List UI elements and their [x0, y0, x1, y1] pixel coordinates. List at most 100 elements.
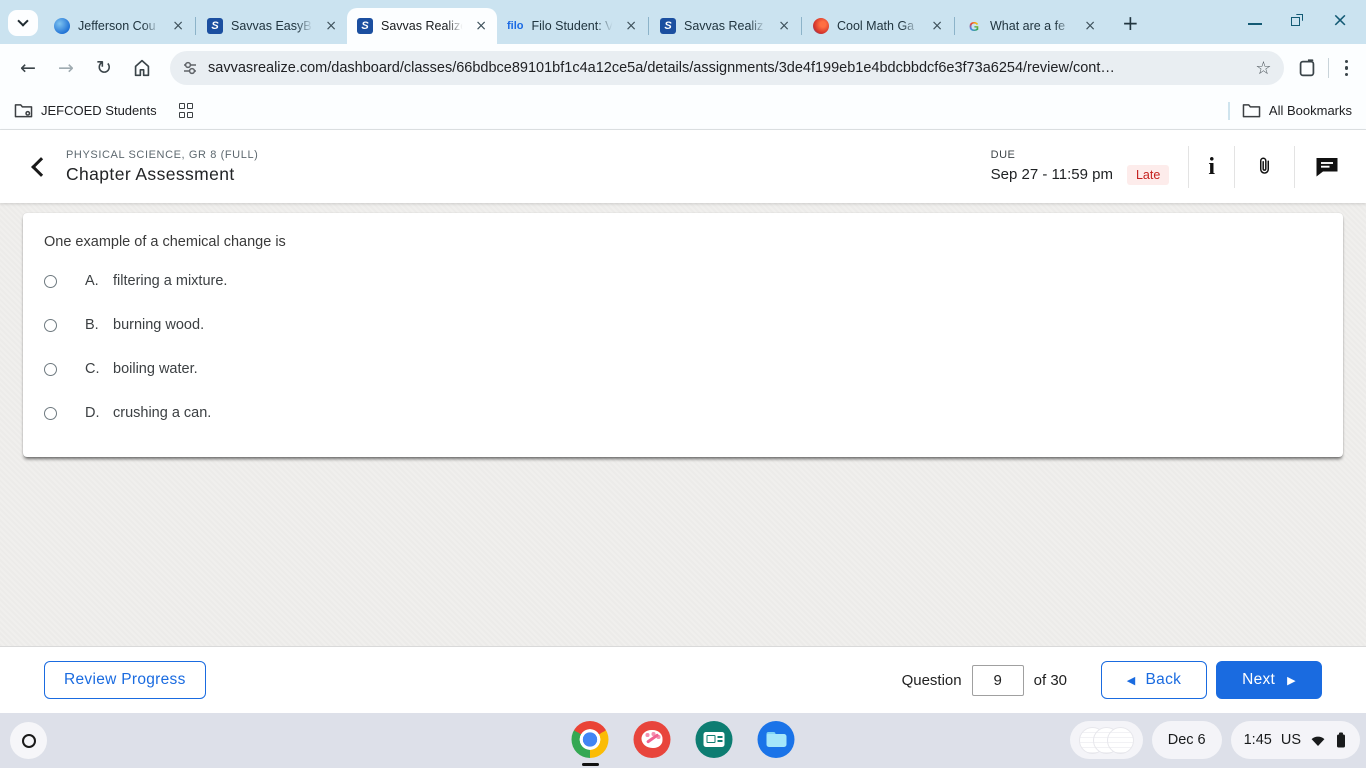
shelf-apps — [571, 721, 795, 766]
toolbar-separator — [1327, 58, 1329, 78]
page-title: Chapter Assessment — [66, 163, 235, 184]
chrome-menu-icon[interactable] — [1339, 54, 1355, 83]
option-row-a[interactable]: A. filtering a mixture. — [44, 259, 1322, 303]
tab-close-icon[interactable]: × — [623, 18, 639, 34]
forward-icon[interactable]: → — [50, 52, 82, 84]
date-pill[interactable]: Dec 6 — [1151, 721, 1222, 759]
wifi-icon — [1310, 733, 1326, 747]
tab-jefferson-county[interactable]: Jefferson Cou × — [44, 8, 194, 44]
option-text: filtering a mixture. — [113, 273, 228, 289]
tab-title: What are a fe — [990, 19, 1066, 33]
option-radio[interactable] — [44, 318, 57, 332]
comments-icon[interactable] — [1314, 155, 1340, 179]
bookmarks-separator — [1227, 101, 1230, 120]
savvas-favicon: S — [207, 18, 223, 34]
home-icon[interactable] — [126, 52, 158, 84]
question-prompt: One example of a chemical change is — [44, 234, 286, 250]
active-app-indicator — [581, 763, 599, 766]
launcher-icon — [21, 733, 36, 748]
tab-close-icon[interactable]: × — [929, 18, 945, 34]
restore-window-icon[interactable] — [1291, 14, 1304, 26]
assignment-header: PHYSICAL SCIENCE, GR 8 (FULL) Chapter As… — [0, 130, 1366, 203]
battery-icon — [1335, 731, 1347, 749]
apps-grid-icon[interactable] — [178, 103, 194, 118]
next-triangle-icon: ▶ — [1287, 673, 1296, 687]
screencast-app-icon[interactable] — [695, 721, 733, 758]
assignment-footer-bar: Review Progress Question of 30 ◀ Back Ne… — [0, 646, 1366, 713]
option-row-b[interactable]: B. burning wood. — [44, 303, 1322, 347]
canvas-app-icon[interactable] — [633, 721, 671, 758]
omnibox-url-bar[interactable]: savvasrealize.com/dashboard/classes/66bd… — [170, 51, 1284, 85]
bookmarks-bar: JEFCOED Students All Bookmarks — [0, 92, 1366, 130]
due-block: DUE Sep 27 - 11:59 pm Late — [991, 149, 1170, 185]
header-separator — [1188, 145, 1190, 188]
back-icon[interactable]: ← — [12, 52, 44, 84]
window-controls: × — [1248, 11, 1348, 30]
bookmark-folder-jefcoed[interactable]: JEFCOED Students — [14, 102, 157, 119]
keyboard-layout: US — [1280, 732, 1301, 748]
close-window-icon[interactable]: × — [1332, 11, 1348, 30]
filo-favicon: filo — [507, 20, 524, 32]
option-row-c[interactable]: C. boiling water. — [44, 347, 1322, 391]
tab-search-button[interactable] — [8, 10, 38, 36]
due-label: DUE — [990, 148, 1016, 161]
tab-title: Jefferson Cou — [78, 19, 156, 33]
next-button[interactable]: Next ▶ — [1216, 661, 1322, 699]
back-button[interactable]: ◀ Back — [1101, 661, 1207, 699]
all-bookmarks-folder[interactable]: All Bookmarks — [1242, 102, 1352, 119]
tab-cool-math-games[interactable]: Cool Math Ga × — [803, 8, 953, 44]
minimize-icon[interactable] — [1248, 22, 1263, 26]
option-radio[interactable] — [44, 362, 57, 376]
option-text: crushing a can. — [113, 405, 212, 421]
bookmarks-right: All Bookmarks — [1227, 101, 1352, 120]
tab-close-icon[interactable]: × — [170, 18, 186, 34]
info-icon[interactable]: i — [1208, 155, 1215, 179]
footer-navigation: Question of 30 ◀ Back Next ▶ — [902, 661, 1322, 699]
folder-icon — [1242, 102, 1261, 119]
google-favicon: G — [966, 18, 982, 34]
tab-close-icon[interactable]: × — [323, 18, 339, 34]
answer-options: A. filtering a mixture. B. burning wood.… — [44, 259, 1322, 435]
tabs: Jefferson Cou × S Savvas EasyB × S Savva… — [44, 8, 1139, 44]
due-date: Sep 27 - 11:59 pm — [990, 166, 1113, 183]
tab-savvas-realize-active[interactable]: S Savvas Realize × — [347, 8, 497, 44]
tab-title: Savvas Realiz — [684, 19, 764, 33]
course-label: PHYSICAL SCIENCE, GR 8 (FULL) — [66, 148, 259, 161]
tab-filo-student[interactable]: filo Filo Student: V × — [497, 8, 647, 44]
tab-close-icon[interactable]: × — [1082, 18, 1098, 34]
header-separator — [1294, 145, 1295, 188]
notifications-tray[interactable] — [1069, 721, 1143, 759]
notification-icon — [1106, 726, 1134, 754]
tab-title: Savvas Realize — [381, 19, 466, 33]
assignment-header-right: DUE Sep 27 - 11:59 pm Late i — [991, 145, 1340, 188]
jefferson-county-favicon — [54, 18, 70, 34]
tab-google-search[interactable]: G What are a fe × — [956, 8, 1106, 44]
site-settings-icon[interactable] — [182, 60, 198, 76]
tab-close-icon[interactable]: × — [473, 18, 489, 34]
savvas-favicon: S — [357, 18, 373, 34]
launcher-button[interactable] — [10, 722, 47, 759]
tab-strip: Jefferson Cou × S Savvas EasyB × S Savva… — [0, 0, 1366, 44]
bookmark-star-icon[interactable]: ☆ — [1255, 58, 1271, 79]
late-status-badge: Late — [1126, 164, 1170, 185]
side-panel-icon[interactable] — [1296, 57, 1318, 79]
option-radio[interactable] — [44, 406, 57, 420]
option-radio[interactable] — [44, 274, 57, 288]
assignment-titles: PHYSICAL SCIENCE, GR 8 (FULL) Chapter As… — [66, 149, 258, 185]
question-number-input[interactable] — [971, 664, 1024, 696]
browser-toolbar: ← → ↻ savvasrealize.com/dashboard/classe… — [0, 44, 1366, 92]
files-app-icon[interactable] — [757, 721, 795, 758]
tab-savvas-easybridge[interactable]: S Savvas EasyB × — [197, 8, 347, 44]
paperclip-attachment-icon[interactable] — [1254, 156, 1275, 177]
chrome-icon[interactable] — [571, 721, 609, 766]
reload-icon[interactable]: ↻ — [88, 52, 120, 84]
status-tray[interactable]: 1:45 US — [1230, 721, 1360, 759]
tab-separator — [648, 17, 649, 35]
back-chevron-icon[interactable] — [31, 156, 51, 177]
new-tab-button[interactable]: + — [1122, 11, 1139, 35]
option-row-d[interactable]: D. crushing a can. — [44, 391, 1322, 435]
tab-close-icon[interactable]: × — [776, 18, 792, 34]
tab-savvas-realize-2[interactable]: S Savvas Realiz × — [650, 8, 800, 44]
review-progress-button[interactable]: Review Progress — [44, 661, 206, 699]
tab-title: Filo Student: V — [531, 19, 614, 33]
